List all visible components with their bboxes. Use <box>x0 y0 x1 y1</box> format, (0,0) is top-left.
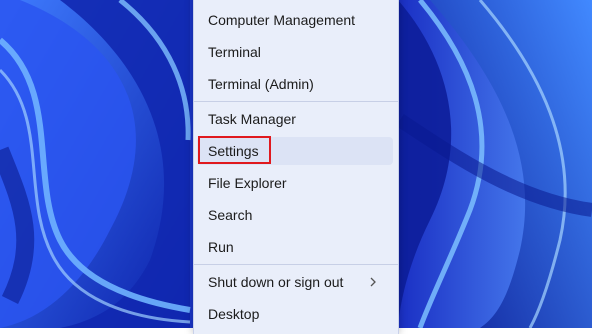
menu-item-search[interactable]: Search <box>197 201 393 229</box>
menu-item-terminal-admin[interactable]: Terminal (Admin) <box>197 70 393 98</box>
chevron-right-icon <box>367 275 379 289</box>
menu-item-label: Desktop <box>208 306 260 322</box>
menu-item-label: Shut down or sign out <box>208 274 344 290</box>
menu-item-label: Settings <box>208 143 259 159</box>
menu-item-settings[interactable]: Settings <box>197 137 393 165</box>
menu-item-label: File Explorer <box>208 175 287 191</box>
menu-item-run[interactable]: Run <box>197 233 393 261</box>
menu-item-file-explorer[interactable]: File Explorer <box>197 169 393 197</box>
menu-item-label: Task Manager <box>208 111 296 127</box>
quick-link-menu: Computer Management Terminal Terminal (A… <box>193 0 399 334</box>
menu-item-label: Terminal (Admin) <box>208 76 314 92</box>
menu-item-terminal[interactable]: Terminal <box>197 38 393 66</box>
menu-separator <box>194 101 398 102</box>
menu-item-task-manager[interactable]: Task Manager <box>197 105 393 133</box>
menu-item-label: Run <box>208 239 234 255</box>
menu-item-label: Computer Management <box>208 12 356 28</box>
menu-item-computer-management[interactable]: Computer Management <box>197 6 393 34</box>
menu-item-desktop[interactable]: Desktop <box>197 300 393 328</box>
menu-item-label: Terminal <box>208 44 261 60</box>
menu-item-shut-down-or-sign-out[interactable]: Shut down or sign out <box>197 268 393 296</box>
menu-separator <box>194 264 398 265</box>
menu-item-label: Search <box>208 207 253 223</box>
